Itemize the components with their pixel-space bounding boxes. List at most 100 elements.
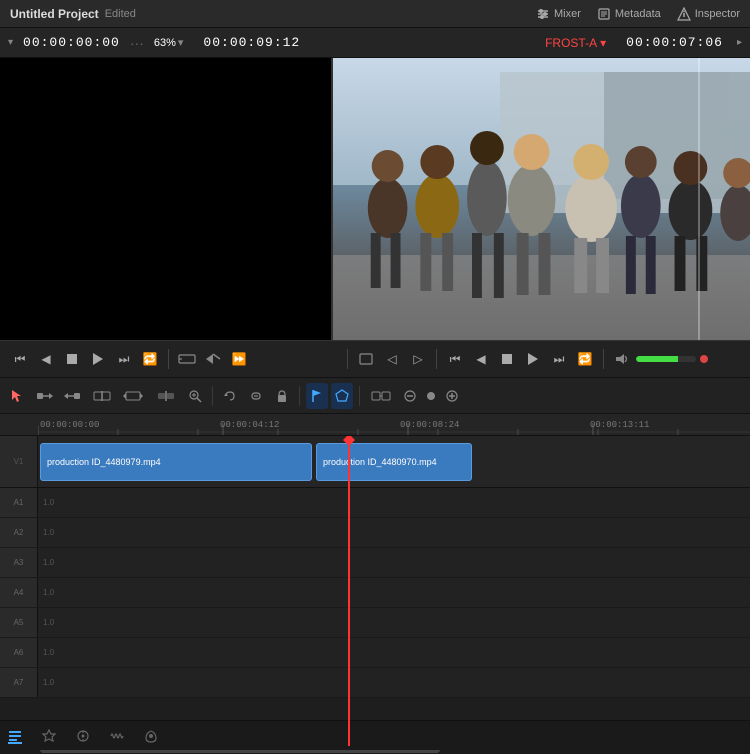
prog-play-btn[interactable] xyxy=(521,347,545,371)
right-arrow-btn[interactable]: ▷ xyxy=(406,347,430,371)
edited-label: Edited xyxy=(105,8,136,20)
ripple-btn[interactable] xyxy=(366,383,396,409)
prog-loop-btn[interactable]: 🔁 xyxy=(573,347,597,371)
plus-icon xyxy=(445,389,459,403)
audio-track-6-label: A6 xyxy=(0,638,38,667)
bottom-tabs xyxy=(0,720,750,750)
clip-chevron-icon: ▾ xyxy=(600,36,606,50)
plus-btn[interactable] xyxy=(441,383,463,409)
mixer-label: Mixer xyxy=(554,8,581,20)
timeline-tab-icon xyxy=(8,728,22,742)
zoom-control[interactable]: 63% ▾ xyxy=(154,36,184,49)
tool-sep-1 xyxy=(212,386,213,406)
audio-track-2-label: A2 xyxy=(0,518,38,547)
flag-btn[interactable] xyxy=(306,383,328,409)
undo-btn[interactable] xyxy=(219,383,241,409)
lock-icon xyxy=(276,389,288,403)
slip-btn[interactable] xyxy=(118,383,148,409)
ctrl-divider-3 xyxy=(603,349,604,369)
transform-tab-icon xyxy=(76,729,90,743)
dot-indicator xyxy=(427,392,435,400)
volume-btn[interactable] xyxy=(610,347,634,371)
blade-btn[interactable] xyxy=(89,383,115,409)
trim-b-btn[interactable] xyxy=(60,383,86,409)
zoom-chevron-icon: ▾ xyxy=(178,36,184,49)
slide-icon xyxy=(155,389,177,403)
volume-knob[interactable] xyxy=(700,355,708,363)
clip-label[interactable]: FROST-A ▾ xyxy=(545,36,606,50)
skip-to-end-btn[interactable]: ⏭ xyxy=(112,347,136,371)
loop-btn[interactable]: 🔁 xyxy=(138,347,162,371)
step-back-btn[interactable]: ◀ xyxy=(34,347,58,371)
clip-name: FROST-A xyxy=(545,36,597,50)
fullscreen-icon xyxy=(358,352,374,366)
audio-track-5-val: 1.0 xyxy=(38,618,54,627)
volume-bar[interactable] xyxy=(636,356,696,362)
audio-track-7-val: 1.0 xyxy=(38,678,54,687)
in-out-icon xyxy=(178,352,196,366)
trim-a-icon xyxy=(35,389,53,403)
in-out-btn[interactable] xyxy=(175,347,199,371)
ripple-icon xyxy=(370,389,392,403)
timeline-playhead xyxy=(348,436,350,487)
source-timecode: 00:00:00:00 xyxy=(23,35,120,50)
undo-icon xyxy=(223,389,237,403)
source-chevron[interactable]: ▾ xyxy=(8,37,13,48)
blade-icon xyxy=(93,389,111,403)
tab-color[interactable] xyxy=(144,729,158,743)
ctrl-divider-2 xyxy=(436,349,437,369)
select-tool-btn[interactable] xyxy=(6,383,28,409)
play-icon xyxy=(93,353,103,365)
program-controls: ◁ ▷ ⏮ ◀ ⏭ 🔁 xyxy=(354,347,742,371)
minus-btn[interactable] xyxy=(399,383,421,409)
right-timecode: 00:00:07:06 xyxy=(626,35,723,50)
transport-bar: ▾ 00:00:00:00 ··· 63% ▾ 00:00:09:12 FROS… xyxy=(0,28,750,58)
left-arrow-btn[interactable]: ◁ xyxy=(380,347,404,371)
play-btn[interactable] xyxy=(86,347,110,371)
tab-audio[interactable] xyxy=(110,729,124,743)
metadata-menu-item[interactable]: Metadata xyxy=(597,7,661,21)
marker-btn[interactable] xyxy=(331,383,353,409)
program-timecode: 00:00:09:12 xyxy=(203,35,300,50)
audio-tab-icon xyxy=(110,729,124,743)
people-svg xyxy=(333,58,750,340)
prog-step-back-btn[interactable]: ◀ xyxy=(469,347,493,371)
prog-skip-end-btn[interactable]: ⏭ xyxy=(547,347,571,371)
clip-2[interactable]: production ID_4480970.mp4 xyxy=(316,443,472,481)
lock-btn[interactable] xyxy=(271,383,293,409)
prog-stop-btn[interactable] xyxy=(495,347,519,371)
source-monitor xyxy=(0,58,333,340)
ruler-time-0: 00:00:00:00 xyxy=(40,420,99,430)
next-clip-btn[interactable]: ⏩ xyxy=(227,347,251,371)
ruler-time-3: 00:00:13:11 xyxy=(590,420,649,430)
prev-clip-btn[interactable] xyxy=(201,347,225,371)
audio-track-5-label: A5 xyxy=(0,608,38,637)
audio-track-6-val: 1.0 xyxy=(38,648,54,657)
volume-fill xyxy=(636,356,678,362)
tab-effects[interactable] xyxy=(42,729,56,743)
slide-btn[interactable] xyxy=(151,383,181,409)
program-chevron[interactable]: ▸ xyxy=(737,37,742,48)
zoom-tool-icon xyxy=(188,389,202,403)
audio-track-4-label: A4 xyxy=(0,578,38,607)
mixer-menu-item[interactable]: Mixer xyxy=(536,7,581,21)
stop-btn[interactable] xyxy=(60,347,84,371)
tool-sep-2 xyxy=(299,386,300,406)
inspector-menu-item[interactable]: Inspector xyxy=(677,7,740,21)
minus-icon xyxy=(403,389,417,403)
trim-a-btn[interactable] xyxy=(31,383,57,409)
skip-to-start-btn[interactable]: ⏮ xyxy=(8,347,32,371)
fullscreen-btn[interactable] xyxy=(354,347,378,371)
ruler-time-2: 00:00:08:24 xyxy=(400,420,459,430)
audio-track-2-val: 1.0 xyxy=(38,528,54,537)
audio-track-3-label: A3 xyxy=(0,548,38,577)
tab-timeline[interactable] xyxy=(8,728,22,744)
title-left: Untitled Project Edited xyxy=(10,7,136,21)
clip-1[interactable]: production ID_4480979.mp4 xyxy=(40,443,312,481)
slip-icon xyxy=(122,389,144,403)
marker-icon xyxy=(335,389,349,403)
link-btn[interactable] xyxy=(244,383,268,409)
tab-transform[interactable] xyxy=(76,729,90,743)
prog-skip-start-btn[interactable]: ⏮ xyxy=(443,347,467,371)
zoom-btn[interactable] xyxy=(184,383,206,409)
